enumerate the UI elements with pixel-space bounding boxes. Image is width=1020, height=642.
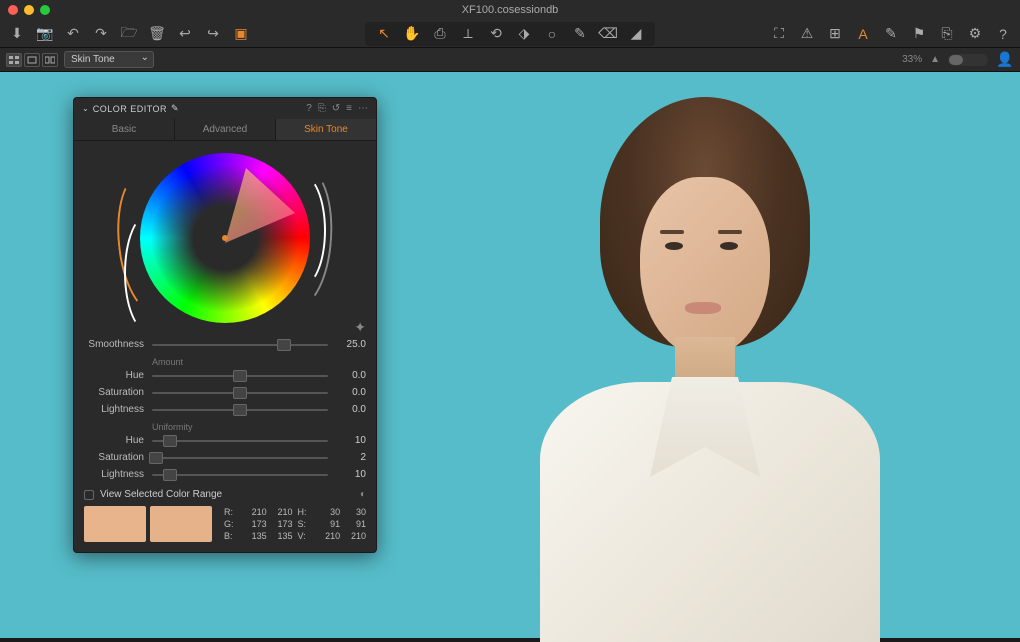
reset-icon[interactable]: ↺ [332,103,340,114]
more-icon[interactable]: ⋯ [358,103,368,114]
range-arc-right[interactable] [276,173,326,288]
eraser-icon[interactable]: ⌫ [599,25,617,43]
trash-icon[interactable]: 🗑 [148,25,166,43]
uni-sat-slider[interactable] [152,457,328,459]
export-icon[interactable]: ⎘ [938,25,956,43]
wheel-center-marker[interactable] [222,235,228,241]
warning-icon[interactable]: ⚠ [798,25,816,43]
titlebar: XF100.cosessiondb [0,0,1020,20]
color-wheel-area: ✦ [74,141,376,336]
tab-advanced[interactable]: Advanced [175,119,276,140]
main-toolbar: ⬇ 📷 ↶ ↷ 🗁 🗑 ↩ ↪ ▣ ↖ ✋ ⎙ ⟂ ⟲ ⬗ ○ ✎ ⌫ ◢ ⛶ … [0,20,1020,48]
grid-view-button[interactable] [6,53,22,67]
redo-icon[interactable]: ↪ [204,25,222,43]
cursor-icon[interactable]: ↖ [375,25,393,43]
amount-light-slider[interactable] [152,409,328,411]
uni-sat-value: 2 [336,452,366,463]
smoothness-value: 25.0 [336,339,366,350]
range-arc-left[interactable] [124,213,174,333]
crop-icon[interactable]: ⟂ [459,25,477,43]
main-area: ⌄ COLOR EDITOR ✎ ? ⎘ ↺ ≡ ⋯ Basic Advance… [0,72,1020,638]
collapse-icon[interactable]: ⌄ [82,104,89,113]
maximize-window-button[interactable] [40,5,50,15]
ruler-icon[interactable]: ✎ [882,25,900,43]
eyedropper-icon[interactable]: ✦ [354,319,366,336]
close-window-button[interactable] [8,5,18,15]
menu-icon[interactable]: ≡ [346,103,352,114]
spot-icon[interactable]: ○ [543,25,561,43]
uni-light-value: 10 [336,469,366,480]
flag-icon[interactable]: ⚑ [910,25,928,43]
tab-basic[interactable]: Basic [74,119,175,140]
split-view-button[interactable] [42,53,58,67]
mask-icon[interactable]: ◐ [360,489,366,500]
rotate-left-icon[interactable]: ↶ [64,25,82,43]
uni-hue-label: Hue [84,435,144,446]
amount-hue-value: 0.0 [336,370,366,381]
amount-sat-label: Saturation [84,387,144,398]
color-editor-panel: ⌄ COLOR EDITOR ✎ ? ⎘ ↺ ≡ ⋯ Basic Advance… [73,97,377,553]
grid-icon[interactable]: ⊞ [826,25,844,43]
rotate-right-icon[interactable]: ↷ [92,25,110,43]
settings-icon[interactable]: ⚙ [966,25,984,43]
help-icon[interactable]: ? [994,25,1012,43]
user-icon[interactable]: 👤 [996,51,1014,69]
smoothness-label: Smoothness [84,339,144,350]
zoom-label: ▲ [930,54,940,65]
amount-sat-slider[interactable] [152,392,328,394]
view-range-checkbox[interactable] [84,490,94,500]
smoothness-slider[interactable] [152,344,328,346]
undo-icon[interactable]: ↩ [176,25,194,43]
folder-icon[interactable]: 🗁 [120,25,138,43]
panel-title: COLOR EDITOR [93,104,167,114]
tab-skin-tone[interactable]: Skin Tone [276,119,376,140]
portrait-image [520,92,900,632]
zoom-level: 33% [902,54,922,65]
annotation-icon[interactable]: A [854,25,872,43]
uni-hue-slider[interactable] [152,440,328,442]
straighten-icon[interactable]: ⟲ [487,25,505,43]
edit-icon[interactable]: ✎ [171,103,179,114]
amount-hue-label: Hue [84,370,144,381]
gradient-icon[interactable]: ◢ [627,25,645,43]
single-view-button[interactable] [24,53,40,67]
uni-sat-label: Saturation [84,452,144,463]
uniformity-section-label: Uniformity [74,418,376,432]
camera-icon[interactable]: 📷 [36,25,54,43]
uni-light-slider[interactable] [152,474,328,476]
view-range-label: View Selected Color Range [100,489,222,500]
amount-light-value: 0.0 [336,404,366,415]
amount-sat-value: 0.0 [336,387,366,398]
keystone-icon[interactable]: ⬗ [515,25,533,43]
zoom-slider[interactable] [948,54,988,66]
uni-light-label: Lightness [84,469,144,480]
swatch-before[interactable] [84,506,146,542]
amount-light-label: Lightness [84,404,144,415]
import-icon[interactable]: ⬇ [8,25,26,43]
layers-icon[interactable]: ▣ [232,25,250,43]
copy-icon[interactable]: ⎘ [318,103,326,114]
expand-icon[interactable]: ⛶ [770,25,788,43]
minimize-window-button[interactable] [24,5,34,15]
panel-header[interactable]: ⌄ COLOR EDITOR ✎ ? ⎘ ↺ ≡ ⋯ [74,98,376,119]
brush-icon[interactable]: ✎ [571,25,589,43]
amount-section-label: Amount [74,353,376,367]
tool-dropdown[interactable]: Skin Tone [64,51,154,68]
print-icon[interactable]: ⎙ [431,25,449,43]
window-title: XF100.cosessiondb [462,4,559,16]
swatch-after[interactable] [150,506,212,542]
help-small-icon[interactable]: ? [306,103,312,114]
amount-hue-slider[interactable] [152,375,328,377]
secondary-bar: Skin Tone 33% ▲ 👤 [0,48,1020,72]
uni-hue-value: 10 [336,435,366,446]
hand-icon[interactable]: ✋ [403,25,421,43]
color-readout: R:210210 H:3030 G:173173 S:9191 B:135135… [216,506,366,542]
